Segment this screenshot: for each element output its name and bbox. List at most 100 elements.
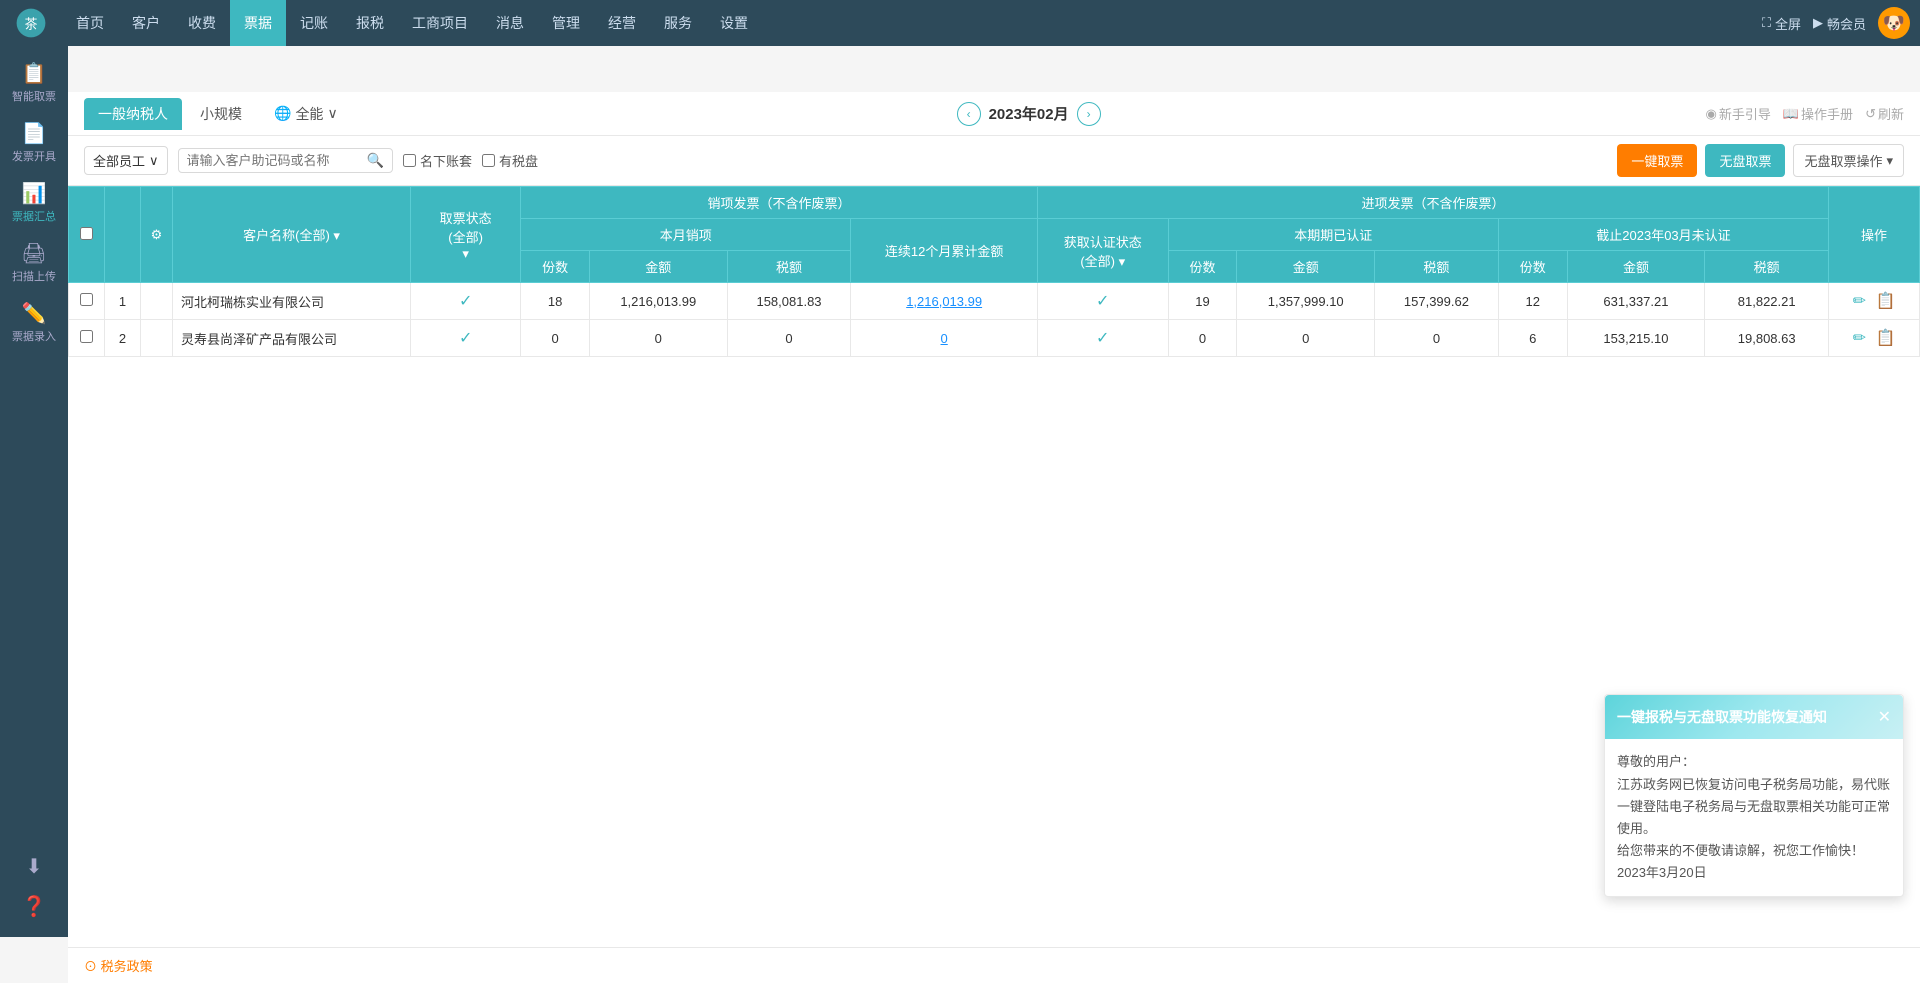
nav-operation[interactable]: 经营 [594, 0, 650, 46]
tax-tray-checkbox[interactable] [482, 154, 495, 167]
detail-icon-1[interactable]: 📋 [1876, 330, 1896, 347]
nav-bookkeeping[interactable]: 记账 [286, 0, 342, 46]
employee-filter-dropdown-icon: ∨ [149, 153, 159, 169]
customer-filter-icon[interactable]: ▾ [333, 228, 340, 243]
notification-close-button[interactable]: ✕ [1878, 707, 1891, 727]
th-unrecognized-amount: 金额 [1567, 251, 1705, 283]
nav-tax[interactable]: 报税 [342, 0, 398, 46]
row-unrecognized-amount-1: 153,215.10 [1567, 320, 1705, 357]
nav-customer[interactable]: 客户 [118, 0, 174, 46]
sidebar-item-invoice-entry[interactable]: ✏️ 票据录入 [0, 294, 68, 354]
row-unrecognized-tax-0: 81,822.21 [1705, 283, 1829, 320]
refresh-button[interactable]: ↺ 刷新 [1865, 104, 1904, 123]
toolbar-right-buttons: 一键取票 无盘取票 无盘取票操作 ▾ [1617, 144, 1904, 177]
sidebar-help[interactable]: ❓ [0, 887, 68, 927]
th-consecutive12: 连续12个月累计金额 [851, 219, 1037, 283]
sidebar-item-invoice-open[interactable]: 📄 发票开具 [0, 114, 68, 174]
tab-general-taxpayer[interactable]: 一般纳税人 [84, 98, 182, 130]
nav-invoice[interactable]: 票据 [230, 0, 286, 46]
nav-business[interactable]: 工商项目 [398, 0, 482, 46]
tax-tray-filter[interactable]: 有税盘 [482, 151, 538, 170]
nav-service[interactable]: 服务 [650, 0, 706, 46]
sidebar-item-scan-upload[interactable]: 🖨 扫描上传 [0, 234, 68, 294]
edit-icon-0[interactable]: ✏ [1853, 293, 1866, 310]
th-group-purchase: 进项发票（不含作废票） [1037, 187, 1828, 219]
th-take-status[interactable]: 取票状态 (全部) ▾ [411, 187, 521, 283]
edit-icon-1[interactable]: ✏ [1853, 330, 1866, 347]
row-consecutive12-0[interactable]: 1,216,013.99 [851, 283, 1037, 320]
row-recognize-status-0: ✓ [1037, 283, 1168, 320]
tab-small-scale[interactable]: 小规模 [186, 98, 256, 130]
nav-manage[interactable]: 管理 [538, 0, 594, 46]
manual-label: 操作手册 [1801, 104, 1853, 123]
customer-search-input[interactable] [187, 149, 367, 172]
fullscreen-button[interactable]: ⛶ 全屏 [1762, 14, 1801, 33]
chevron-down-icon: ∨ [327, 105, 337, 122]
no-tray-operation-button[interactable]: 无盘取票操作 ▾ [1793, 144, 1904, 177]
nav-settings[interactable]: 设置 [706, 0, 762, 46]
sidebar-item-smart-take[interactable]: 📋 智能取票 [0, 54, 68, 114]
th-recognize-status[interactable]: 获取认证状态 (全部) ▾ [1037, 219, 1168, 283]
new-guide-button[interactable]: ◉ 新手引导 [1706, 104, 1771, 123]
row-sales-count-1: 0 [521, 320, 590, 357]
th-customer-name[interactable]: 客户名称(全部) ▾ [173, 187, 411, 283]
invoice-table-body: 1 河北柯瑞栋实业有限公司 ✓ 18 1,216,013.99 158,081.… [69, 283, 1920, 357]
tax-policy-label[interactable]: ⊙ 税务政策 [84, 956, 153, 975]
th-setting: ⚙ [141, 187, 173, 283]
manual-icon: 📖 [1783, 106, 1799, 122]
recognize-filter-icon[interactable]: ▾ [1119, 254, 1126, 269]
detail-icon-0[interactable]: 📋 [1876, 293, 1896, 310]
notification-body-scroll[interactable]: 尊敬的用户：江苏政务网已恢复访问电子税务局功能，易代账一键登陆电子税务局与无盘取… [1605, 739, 1903, 896]
sidebar-download[interactable]: ⬇ [0, 847, 68, 887]
th-checkbox[interactable] [69, 187, 105, 283]
invoice-open-icon: 📄 [22, 124, 47, 144]
row-purchase-tax-0: 157,399.62 [1375, 283, 1499, 320]
row-consecutive12-1[interactable]: 0 [851, 320, 1037, 357]
row-unrecognized-count-1: 6 [1498, 320, 1567, 357]
name-account-label: 名下账套 [420, 151, 472, 170]
employee-filter[interactable]: 全部员工 ∨ [84, 146, 168, 175]
th-purchase-tax: 税额 [1375, 251, 1499, 283]
row-purchase-count-0: 19 [1168, 283, 1237, 320]
row-sales-count-0: 18 [521, 283, 590, 320]
sidebar-bottom: ⬇ ❓ [0, 847, 68, 937]
nav-fees[interactable]: 收费 [174, 0, 230, 46]
row-checkbox-1[interactable] [69, 320, 105, 357]
guide-icon: ◉ [1706, 106, 1717, 122]
take-status-filter-icon[interactable]: ▾ [462, 246, 469, 261]
row-recognize-status-1: ✓ [1037, 320, 1168, 357]
customer-search-wrap: 🔍 [178, 148, 393, 173]
th-unrecognized-count: 份数 [1498, 251, 1567, 283]
search-icon[interactable]: 🔍 [367, 152, 384, 169]
employee-filter-label: 全部员工 [93, 151, 145, 170]
name-account-filter[interactable]: 名下账套 [403, 151, 472, 170]
sidebar-item-invoice-summary[interactable]: 📊 票据汇总 [0, 174, 68, 234]
one-click-take-button[interactable]: 一键取票 [1617, 144, 1697, 177]
toolbar: 全部员工 ∨ 🔍 名下账套 有税盘 一键取票 无盘取票 无盘取票操作 ▾ [68, 136, 1920, 186]
sidebar-item-label-invoice-open: 发票开具 [12, 148, 56, 164]
next-period-button[interactable]: › [1077, 102, 1101, 126]
member-button[interactable]: ▶ 畅会员 [1813, 14, 1866, 33]
manual-button[interactable]: 📖 操作手册 [1783, 104, 1853, 123]
sidebar-item-label-smart-take: 智能取票 [12, 88, 56, 104]
new-guide-label: 新手引导 [1719, 104, 1771, 123]
nav-message[interactable]: 消息 [482, 0, 538, 46]
row-checkbox-0[interactable] [69, 283, 105, 320]
notification-header: 一键报税与无盘取票功能恢复通知 ✕ [1605, 695, 1903, 739]
no-tray-take-button[interactable]: 无盘取票 [1705, 144, 1785, 177]
row-sales-amount-1: 0 [589, 320, 727, 357]
nav-home[interactable]: 首页 [62, 0, 118, 46]
tab-all[interactable]: 🌐 全能 ∨ [260, 98, 352, 130]
th-month-sales: 本月销项 [521, 219, 851, 251]
sidebar-item-label-invoice-entry: 票据录入 [12, 328, 56, 344]
th-recognized: 本期期已认证 [1168, 219, 1498, 251]
select-all-checkbox[interactable] [80, 227, 93, 240]
row-customer-name-0: 河北柯瑞栋实业有限公司 [173, 283, 411, 320]
table-row: 1 河北柯瑞栋实业有限公司 ✓ 18 1,216,013.99 158,081.… [69, 283, 1920, 320]
row-unrecognized-amount-0: 631,337.21 [1567, 283, 1705, 320]
name-account-checkbox[interactable] [403, 154, 416, 167]
user-avatar[interactable]: 🐶 [1878, 7, 1910, 39]
th-sales-tax: 税额 [727, 251, 851, 283]
refresh-icon: ↺ [1865, 106, 1876, 122]
prev-period-button[interactable]: ‹ [957, 102, 981, 126]
